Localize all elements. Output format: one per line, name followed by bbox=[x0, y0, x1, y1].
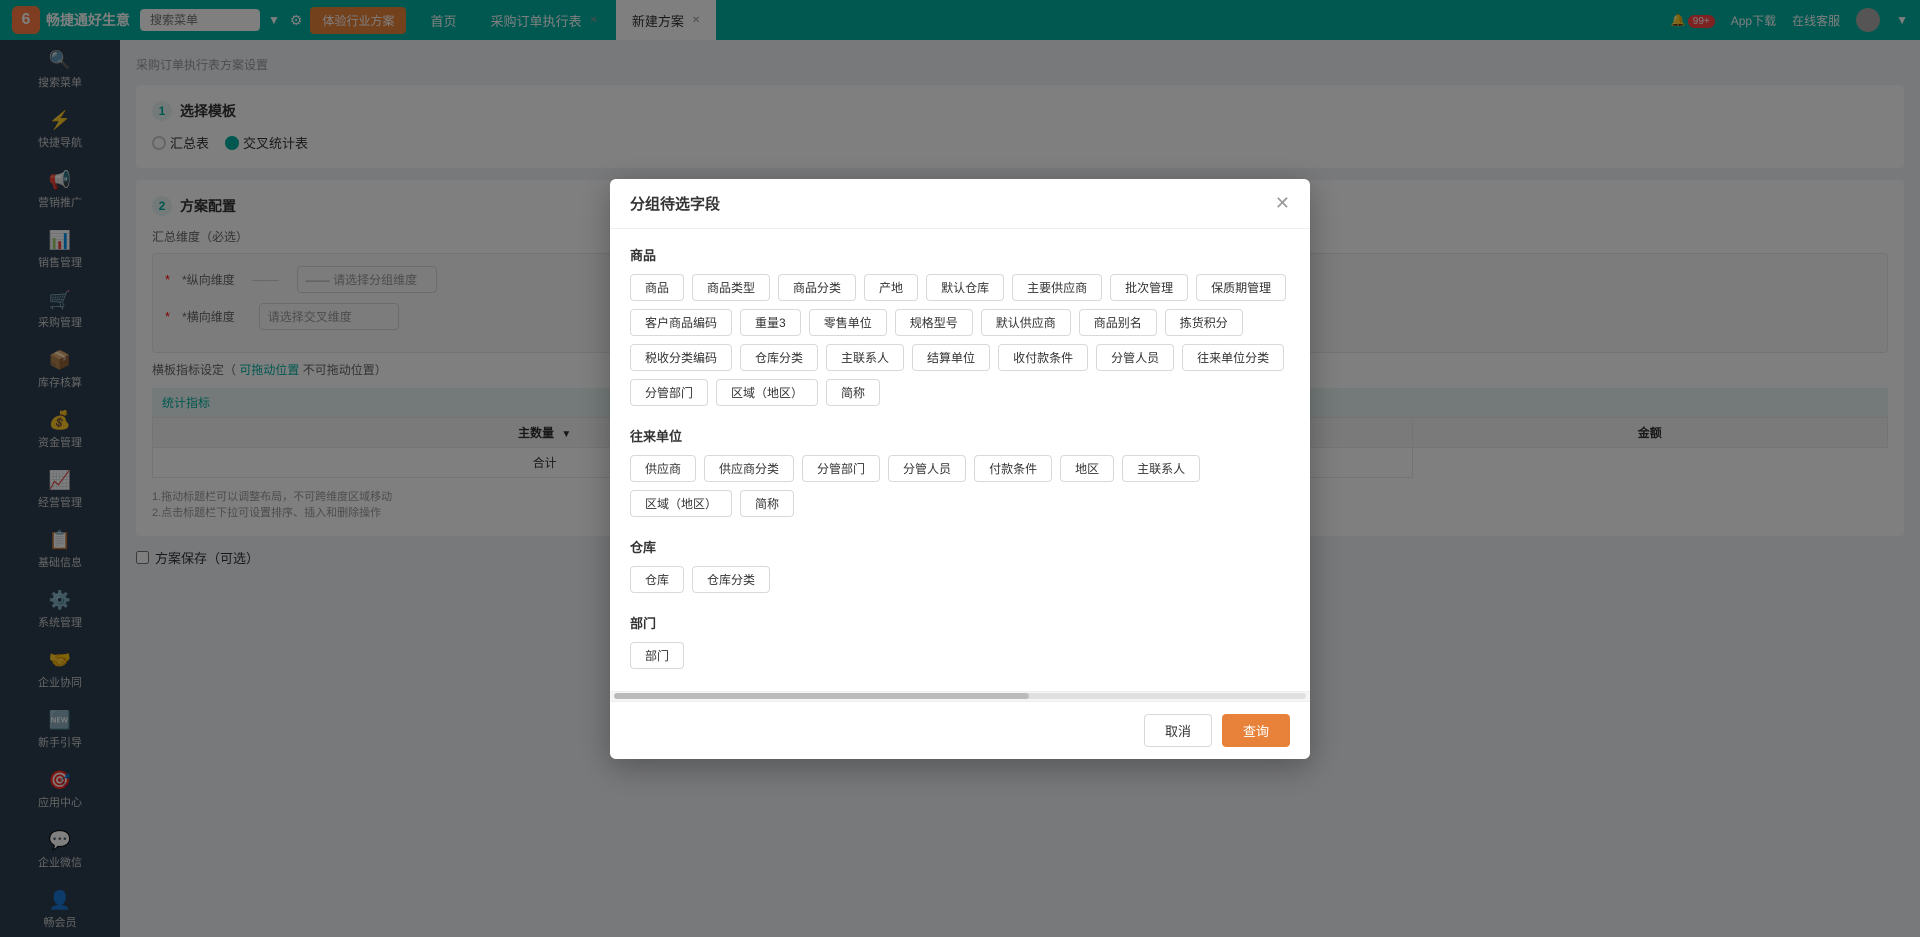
field-tag[interactable]: 简称 bbox=[740, 490, 794, 517]
partner-tags: 供应商供应商分类分管部门分管人员付款条件地区主联系人区域（地区） 简称 bbox=[630, 455, 1290, 517]
warehouse-tags: 仓库仓库分类 bbox=[630, 566, 1290, 593]
dept-group-title: 部门 bbox=[630, 613, 1290, 632]
modal-overlay: 分组待选字段 ✕ 商品 商品商品类型商品分类产地默认仓库主要供应商批次管理保质期… bbox=[0, 0, 1920, 937]
modal-title: 分组待选字段 bbox=[630, 193, 720, 214]
field-tag[interactable]: 结算单位 bbox=[912, 344, 990, 371]
field-tag[interactable]: 仓库 bbox=[630, 566, 684, 593]
field-tag[interactable]: 规格型号 bbox=[895, 309, 973, 336]
field-tag[interactable]: 部门 bbox=[630, 642, 684, 669]
modal-horizontal-scrollbar[interactable] bbox=[610, 691, 1310, 701]
field-tag[interactable]: 零售单位 bbox=[809, 309, 887, 336]
dept-tags: 部门 bbox=[630, 642, 1290, 669]
confirm-button[interactable]: 查询 bbox=[1222, 714, 1290, 747]
field-tag[interactable]: 保质期管理 bbox=[1196, 274, 1286, 301]
field-tag[interactable]: 主联系人 bbox=[1122, 455, 1200, 482]
field-tag[interactable]: 默认供应商 bbox=[981, 309, 1071, 336]
field-tag[interactable]: 主要供应商 bbox=[1012, 274, 1102, 301]
field-group-goods: 商品 商品商品类型商品分类产地默认仓库主要供应商批次管理保质期管理客户商品编码重… bbox=[630, 245, 1290, 406]
field-tag[interactable]: 付款条件 bbox=[974, 455, 1052, 482]
partner-group-title: 往来单位 bbox=[630, 426, 1290, 445]
field-tag[interactable]: 分管人员 bbox=[888, 455, 966, 482]
field-tag[interactable]: 重量3 bbox=[740, 309, 801, 336]
field-group-partner: 往来单位 供应商供应商分类分管部门分管人员付款条件地区主联系人区域（地区） 简称 bbox=[630, 426, 1290, 517]
modal-footer: 取消 查询 bbox=[610, 701, 1310, 759]
field-tag[interactable]: 供应商分类 bbox=[704, 455, 794, 482]
field-tag[interactable]: 地区 bbox=[1060, 455, 1114, 482]
field-tag[interactable]: 税收分类编码 bbox=[630, 344, 732, 371]
field-tag[interactable]: 分管部门 bbox=[802, 455, 880, 482]
field-tag[interactable]: 仓库分类 bbox=[740, 344, 818, 371]
scroll-track bbox=[614, 693, 1306, 699]
modal-header: 分组待选字段 ✕ bbox=[610, 179, 1310, 229]
field-tag[interactable]: 主联系人 bbox=[826, 344, 904, 371]
scroll-thumb bbox=[614, 693, 1029, 699]
field-tag[interactable]: 默认仓库 bbox=[926, 274, 1004, 301]
field-tag[interactable]: 区域（地区） bbox=[630, 490, 732, 517]
field-group-dept: 部门 部门 bbox=[630, 613, 1290, 669]
field-tag[interactable]: 拣货积分 bbox=[1165, 309, 1243, 336]
field-tag[interactable]: 往来单位分类 bbox=[1182, 344, 1284, 371]
goods-group-title: 商品 bbox=[630, 245, 1290, 264]
field-tag[interactable]: 分管部门 bbox=[630, 379, 708, 406]
field-tag[interactable]: 供应商 bbox=[630, 455, 696, 482]
field-tag[interactable]: 批次管理 bbox=[1110, 274, 1188, 301]
cancel-button[interactable]: 取消 bbox=[1144, 714, 1212, 747]
field-tag[interactable]: 商品类型 bbox=[692, 274, 770, 301]
field-tag[interactable]: 收付款条件 bbox=[998, 344, 1088, 371]
field-tag[interactable]: 区域（地区） bbox=[716, 379, 818, 406]
field-tag[interactable]: 分管人员 bbox=[1096, 344, 1174, 371]
field-tag[interactable]: 商品分类 bbox=[778, 274, 856, 301]
field-tag[interactable]: 简称 bbox=[826, 379, 880, 406]
field-group-warehouse: 仓库 仓库仓库分类 bbox=[630, 537, 1290, 593]
goods-tags: 商品商品类型商品分类产地默认仓库主要供应商批次管理保质期管理客户商品编码重量3 零… bbox=[630, 274, 1290, 406]
field-select-modal: 分组待选字段 ✕ 商品 商品商品类型商品分类产地默认仓库主要供应商批次管理保质期… bbox=[610, 179, 1310, 759]
warehouse-group-title: 仓库 bbox=[630, 537, 1290, 556]
modal-body: 商品 商品商品类型商品分类产地默认仓库主要供应商批次管理保质期管理客户商品编码重… bbox=[610, 229, 1310, 691]
field-tag[interactable]: 商品 bbox=[630, 274, 684, 301]
field-tag[interactable]: 客户商品编码 bbox=[630, 309, 732, 336]
modal-close-button[interactable]: ✕ bbox=[1275, 193, 1290, 214]
field-tag[interactable]: 产地 bbox=[864, 274, 918, 301]
field-tag[interactable]: 仓库分类 bbox=[692, 566, 770, 593]
field-tag[interactable]: 商品别名 bbox=[1079, 309, 1157, 336]
